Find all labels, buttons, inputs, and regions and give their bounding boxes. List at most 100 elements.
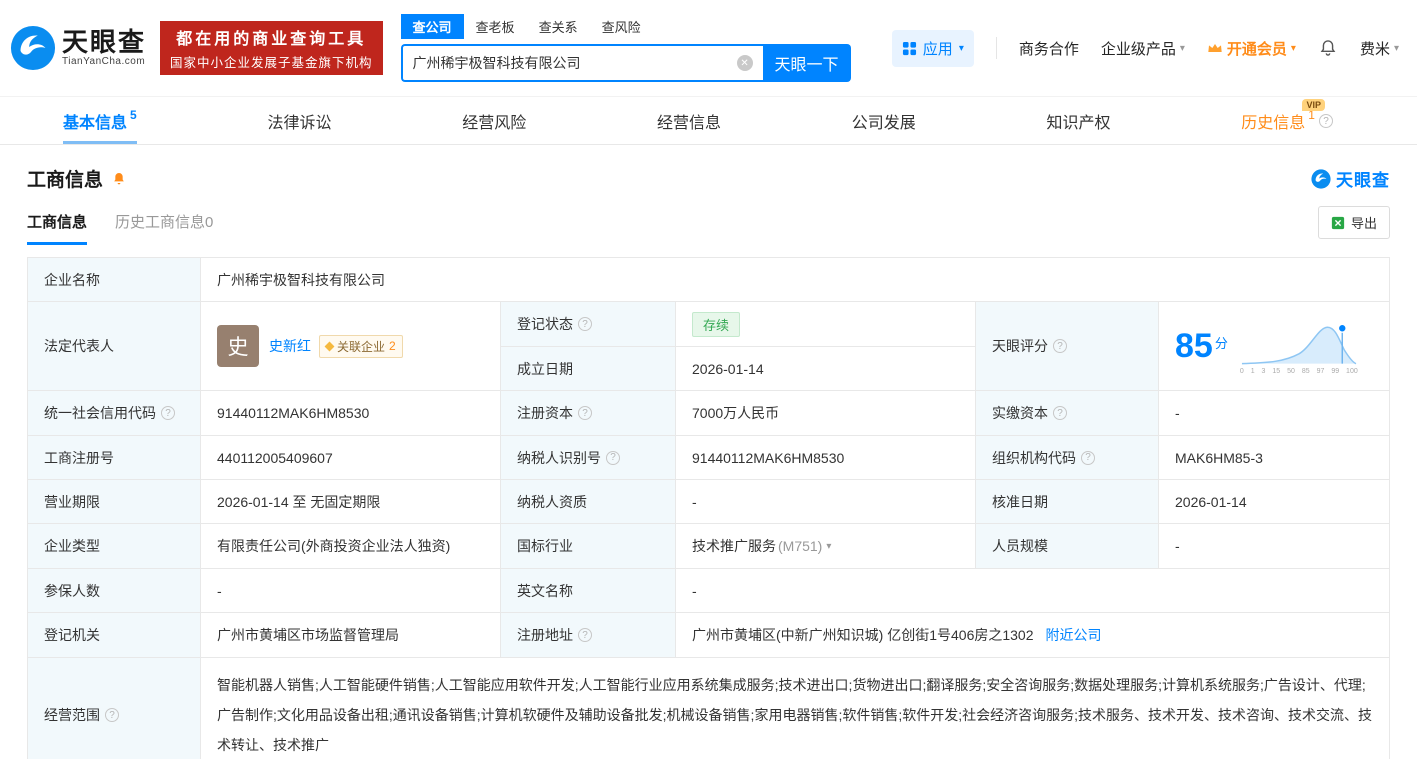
apps-menu-button[interactable]: 应用 ▾	[892, 30, 974, 67]
registered-capital-value: 7000万人民币	[692, 403, 779, 423]
menu-enterprise-products[interactable]: 企业级产品 ▾	[1101, 38, 1185, 59]
chevron-down-icon: ▾	[959, 43, 964, 54]
question-icon[interactable]: ?	[1319, 114, 1333, 128]
clear-search-icon[interactable]: ✕	[737, 55, 753, 71]
field-value-legal-representative: 史 史新红 关联企业 2	[201, 302, 501, 391]
question-icon[interactable]: ?	[578, 406, 592, 420]
tab-history-info-label: 历史信息	[1241, 109, 1305, 133]
field-label-paid-capital: 实缴资本 ?	[976, 391, 1159, 436]
score-distribution-chart: 0 1 3 15 50 85 97 99 100	[1240, 318, 1358, 375]
question-icon[interactable]: ?	[105, 708, 119, 722]
business-scope-value: 智能机器人销售;人工智能硬件销售;人工智能应用软件开发;人工智能行业应用系统集成…	[217, 677, 1372, 753]
promo-banner: 都在用的商业查询工具 国家中小企业发展子基金旗下机构	[160, 21, 383, 75]
label-text: 实缴资本	[992, 403, 1048, 423]
search-button[interactable]: 天眼一下	[763, 44, 851, 82]
field-value-tianyan-score: 85 分 0 1 3 15 50 85 97 99 100	[1159, 302, 1390, 391]
search-input[interactable]	[413, 55, 737, 71]
logo-title: 天眼查	[62, 29, 146, 56]
field-label-registration-status: 登记状态 ?	[501, 302, 676, 347]
field-value-registration-number: 440112005409607	[201, 436, 501, 480]
field-value-company-name: 广州稀宇极智科技有限公司	[201, 258, 1390, 302]
staff-size-value: -	[1175, 538, 1180, 554]
section-subtabs: 工商信息 历史工商信息0 导出	[0, 192, 1417, 245]
related-companies-badge[interactable]: 关联企业 2	[319, 335, 403, 358]
menu-open-vip-label: 开通会员	[1227, 38, 1287, 59]
chevron-down-icon: ▾	[1291, 43, 1296, 54]
legal-rep-name-link[interactable]: 史新红	[269, 336, 311, 356]
field-value-registered-address: 广州市黄埔区(中新广州知识城) 亿创街1号406房之1302 附近公司	[676, 613, 1390, 658]
tab-intellectual-property-label: 知识产权	[1047, 109, 1111, 133]
label-text: 工商注册号	[44, 448, 114, 468]
field-label-industry: 国标行业	[501, 524, 676, 569]
promo-banner-line2: 国家中小企业发展子基金旗下机构	[170, 52, 373, 71]
tab-company-development[interactable]: 公司发展	[852, 97, 916, 144]
field-label-tianyan-score: 天眼评分 ?	[976, 302, 1159, 391]
logo-subtitle: TianYanCha.com	[62, 56, 146, 67]
watermark-label: 天眼查	[1336, 166, 1390, 191]
field-label-establish-date: 成立日期	[501, 347, 676, 391]
menu-divider	[996, 37, 997, 59]
legal-rep-avatar[interactable]: 史	[217, 325, 259, 367]
tab-legal-proceedings-label: 法律诉讼	[267, 109, 331, 133]
search-tab-company[interactable]: 查公司	[401, 14, 464, 39]
menu-business-cooperation[interactable]: 商务合作	[1019, 38, 1079, 59]
search-tab-risk[interactable]: 查风险	[590, 14, 653, 39]
question-icon[interactable]: ?	[161, 406, 175, 420]
tab-intellectual-property[interactable]: 知识产权	[1047, 97, 1111, 144]
field-label-staff-size: 人员规模	[976, 524, 1159, 569]
top-header: 天眼查 TianYanCha.com 都在用的商业查询工具 国家中小企业发展子基…	[0, 0, 1417, 97]
field-label-registered-capital: 注册资本 ?	[501, 391, 676, 436]
label-text: 核准日期	[992, 492, 1048, 512]
question-icon[interactable]: ?	[578, 628, 592, 642]
tianyancha-watermark: 天眼查	[1311, 166, 1390, 191]
field-label-business-term: 营业期限	[28, 480, 201, 524]
field-label-registration-number: 工商注册号	[28, 436, 201, 480]
tab-operating-risk-label: 经营风险	[462, 109, 526, 133]
question-icon[interactable]: ?	[1053, 406, 1067, 420]
notification-bell-icon[interactable]	[1318, 38, 1338, 58]
export-button[interactable]: 导出	[1318, 206, 1390, 239]
label-text: 国标行业	[517, 536, 573, 556]
subtab-history-business-info[interactable]: 历史工商信息0	[115, 211, 213, 245]
tab-history-info[interactable]: VIP 历史信息 1 ?	[1241, 97, 1339, 144]
tab-basic-info-label: 基本信息	[63, 109, 127, 133]
question-icon[interactable]: ?	[1081, 451, 1095, 465]
search-row: ✕ 天眼一下	[401, 44, 851, 82]
tab-legal-proceedings[interactable]: 法律诉讼	[267, 97, 331, 144]
tianyancha-logo[interactable]: 天眼查 TianYanCha.com	[10, 25, 146, 71]
label-text: 企业类型	[44, 536, 100, 556]
label-text: 企业名称	[44, 270, 100, 290]
label-text: 成立日期	[517, 359, 573, 379]
field-value-registered-capital: 7000万人民币	[676, 391, 976, 436]
field-value-insured-count: -	[201, 569, 501, 613]
nearby-companies-link[interactable]: 附近公司	[1046, 625, 1102, 645]
tab-operating-info[interactable]: 经营信息	[657, 97, 721, 144]
chevron-down-icon[interactable]: ▾	[826, 541, 831, 552]
top-menu: 应用 ▾ 商务合作 企业级产品 ▾ 开通会员 ▾ 费米 ▾	[892, 30, 1399, 67]
tab-basic-info[interactable]: 基本信息 5	[63, 97, 137, 144]
company-name-value: 广州稀宇极智科技有限公司	[217, 270, 385, 290]
company-nav-tabs: 基本信息 5 法律诉讼 经营风险 经营信息 公司发展 知识产权 VIP 历史信息…	[0, 97, 1417, 145]
score-value: 85	[1175, 329, 1213, 363]
tab-operating-info-label: 经营信息	[657, 109, 721, 133]
question-icon[interactable]: ?	[1053, 339, 1067, 353]
crown-icon	[1207, 42, 1223, 54]
subtab-business-info[interactable]: 工商信息	[27, 211, 87, 245]
user-menu[interactable]: 费米 ▾	[1360, 38, 1399, 59]
tab-basic-info-count: 5	[130, 108, 137, 122]
search-tab-relation[interactable]: 查关系	[527, 14, 590, 39]
field-label-company-type: 企业类型	[28, 524, 201, 569]
industry-code: (M751)	[778, 538, 822, 554]
search-tab-boss[interactable]: 查老板	[464, 14, 527, 39]
registration-authority-value: 广州市黄埔区市场监督管理局	[217, 625, 399, 645]
subscribe-bell-icon[interactable]	[111, 171, 127, 187]
label-text: 登记机关	[44, 625, 100, 645]
question-icon[interactable]: ?	[606, 451, 620, 465]
chevron-down-icon: ▾	[1394, 43, 1399, 54]
menu-open-vip[interactable]: 开通会员 ▾	[1207, 38, 1296, 59]
label-text: 天眼评分	[992, 336, 1048, 356]
search-area: 查公司 查老板 查关系 查风险 ✕ 天眼一下	[401, 14, 851, 82]
question-icon[interactable]: ?	[578, 317, 592, 331]
score-number-wrap: 85 分	[1175, 329, 1228, 363]
tab-operating-risk[interactable]: 经营风险	[462, 97, 526, 144]
